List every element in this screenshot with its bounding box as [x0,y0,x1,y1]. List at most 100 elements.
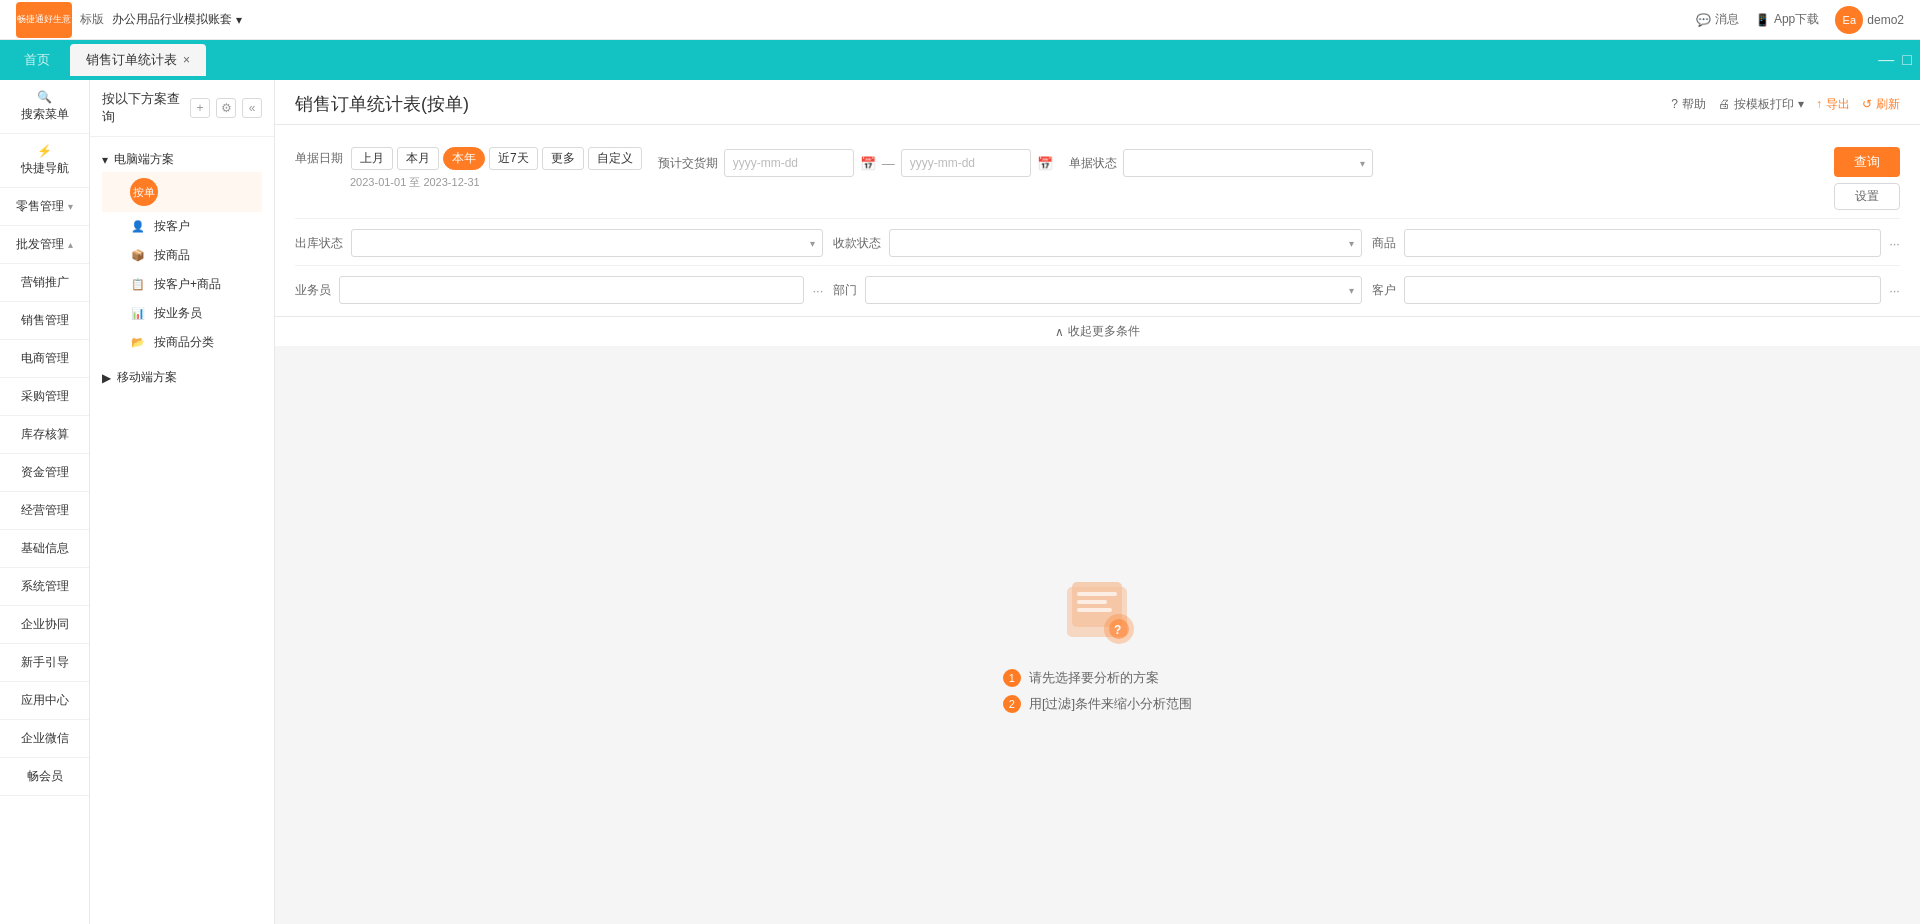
sidebar-item-operations[interactable]: 经营管理 [0,492,89,530]
search-icon: 🔍 [37,90,52,104]
sidebar-item-system[interactable]: 系统管理 [0,568,89,606]
topbar-right: 💬 消息 📱 App下载 Ea demo2 [1696,6,1904,34]
custom-date-btn[interactable]: 自定义 [588,147,642,170]
add-scheme-button[interactable]: + [190,98,210,118]
out-status-select[interactable] [351,229,823,257]
help-button[interactable]: ? 帮助 [1671,96,1706,113]
sidebar-item-wholesale[interactable]: 批发管理 ▴ [0,226,89,264]
salesperson-more-icon[interactable]: ··· [812,283,823,298]
sidebar-item-inventory[interactable]: 库存核算 [0,416,89,454]
setting-button[interactable]: 设置 [1834,183,1900,210]
customer-input[interactable] [1404,276,1881,304]
mobile-group-arrow-icon: ▶ [102,371,111,385]
message-button[interactable]: 💬 消息 [1696,11,1739,28]
pc-group-arrow-icon: ▾ [102,153,108,167]
user-menu[interactable]: Ea demo2 [1835,6,1904,34]
export-button[interactable]: ↑ 导出 [1816,96,1850,113]
page-title: 销售订单统计表(按单) [295,92,469,116]
more-date-btn[interactable]: 更多 [542,147,584,170]
app-download-button[interactable]: 📱 App下载 [1755,11,1819,28]
scheme-item-by-salesperson[interactable]: 📊 按业务员 [102,299,262,328]
dept-select[interactable] [865,276,1361,304]
maximize-icon[interactable]: □ [1902,51,1912,69]
company-name: 办公用品行业模拟账套 [112,11,232,28]
print-button[interactable]: 🖨 按模板打印 ▾ [1718,96,1804,113]
pc-group-label: 电脑端方案 [114,151,174,168]
scheme-item-by-customer[interactable]: 👤 按客户 [102,212,262,241]
scheme-category-label: 按商品分类 [154,334,214,351]
doc-status-select[interactable] [1123,149,1373,177]
nav-tabs: 首页 销售订单统计表 × — □ [0,40,1920,80]
payment-status-select[interactable] [889,229,1361,257]
sidebar-finance-label: 资金管理 [21,464,69,481]
scheme-item-by-goods-category[interactable]: 📂 按商品分类 [102,328,262,357]
sidebar-item-purchase[interactable]: 采购管理 [0,378,89,416]
sidebar-item-ecommerce[interactable]: 电商管理 [0,340,89,378]
sidebar-operations-label: 经营管理 [21,502,69,519]
export-label: 导出 [1826,96,1850,113]
sidebar-item-apps[interactable]: 应用中心 [0,682,89,720]
tab-close-icon[interactable]: × [183,53,190,67]
collapse-icon: « [249,101,256,115]
goods-more-icon[interactable]: ··· [1889,236,1900,251]
empty-state: ? 1 请先选择要分析的方案 2 用[过滤]条件来缩小分析范围 [1003,557,1192,713]
customer-more-icon[interactable]: ··· [1889,283,1900,298]
active-dot: 按单 [130,178,158,206]
expected-date-end[interactable] [901,149,1031,177]
message-label: 消息 [1715,11,1739,28]
collapse-filter-button[interactable]: ∧ 收起更多条件 [275,316,1920,346]
scheme-settings-button[interactable]: ⚙ [216,98,236,118]
mobile-scheme-group-title[interactable]: ▶ 移动端方案 [102,365,262,390]
sidebar-item-wechat[interactable]: 企业微信 [0,720,89,758]
sidebar-item-sales[interactable]: 销售管理 [0,302,89,340]
sidebar-item-marketing[interactable]: 营销推广 [0,264,89,302]
date-dash: — [882,156,895,171]
scheme-item-by-goods[interactable]: 📦 按商品 [102,241,262,270]
tab-home[interactable]: 首页 [8,44,66,76]
tip-num-1: 1 [1003,669,1021,687]
sidebar-shortcut[interactable]: ⚡ 快捷导航 [0,134,89,188]
last7days-btn[interactable]: 近7天 [489,147,538,170]
this-year-btn[interactable]: 本年 [443,147,485,170]
help-label: 帮助 [1682,96,1706,113]
calendar-end-icon[interactable]: 📅 [1037,156,1053,171]
scheme-salesperson-label: 按业务员 [154,305,202,322]
sidebar-marketing-label: 营销推广 [21,274,69,291]
calendar-start-icon[interactable]: 📅 [860,156,876,171]
sidebar-item-finance[interactable]: 资金管理 [0,454,89,492]
company-selector[interactable]: 办公用品行业模拟账套 ▾ [112,11,242,28]
goods-input[interactable] [1404,229,1881,257]
avatar-text: Ea [1843,14,1856,26]
tab-sales-label: 销售订单统计表 [86,51,177,69]
sidebar-item-basic[interactable]: 基础信息 [0,530,89,568]
sidebar-item-member[interactable]: 畅会员 [0,758,89,796]
last-month-btn[interactable]: 上月 [351,147,393,170]
tab-sales-order-stats[interactable]: 销售订单统计表 × [70,44,206,76]
sidebar-item-retail[interactable]: 零售管理 ▾ [0,188,89,226]
svg-rect-3 [1077,600,1107,604]
pc-scheme-group-title[interactable]: ▾ 电脑端方案 [102,147,262,172]
this-month-btn[interactable]: 本月 [397,147,439,170]
help-icon: ? [1671,97,1678,111]
tip-text-1: 请先选择要分析的方案 [1029,669,1159,687]
left-panel-actions: + ⚙ « [190,98,262,118]
category-scheme-icon: 📂 [130,335,146,351]
wholesale-arrow-icon: ▴ [68,239,73,250]
collapse-panel-button[interactable]: « [242,98,262,118]
sidebar-shortcut-label: 快捷导航 [21,160,69,177]
shortcut-icon: ⚡ [37,144,52,158]
query-button[interactable]: 查询 [1834,147,1900,177]
tip-num-2: 2 [1003,695,1021,713]
scheme-item-by-order[interactable]: 按单 [102,172,262,212]
sidebar-item-guide[interactable]: 新手引导 [0,644,89,682]
salesperson-input[interactable] [339,276,804,304]
minimize-icon[interactable]: — [1878,51,1894,69]
dept-label: 部门 [833,282,857,299]
sidebar-item-collaboration[interactable]: 企业协同 [0,606,89,644]
expected-date-start[interactable] [724,149,854,177]
refresh-button[interactable]: ↺ 刷新 [1862,96,1900,113]
scheme-item-by-customer-goods[interactable]: 📋 按客户+商品 [102,270,262,299]
sidebar-search[interactable]: 🔍 搜索菜单 [0,80,89,134]
collapse-label: 收起更多条件 [1068,323,1140,340]
date-range-display: 2023-01-01 至 2023-12-31 [350,176,480,188]
